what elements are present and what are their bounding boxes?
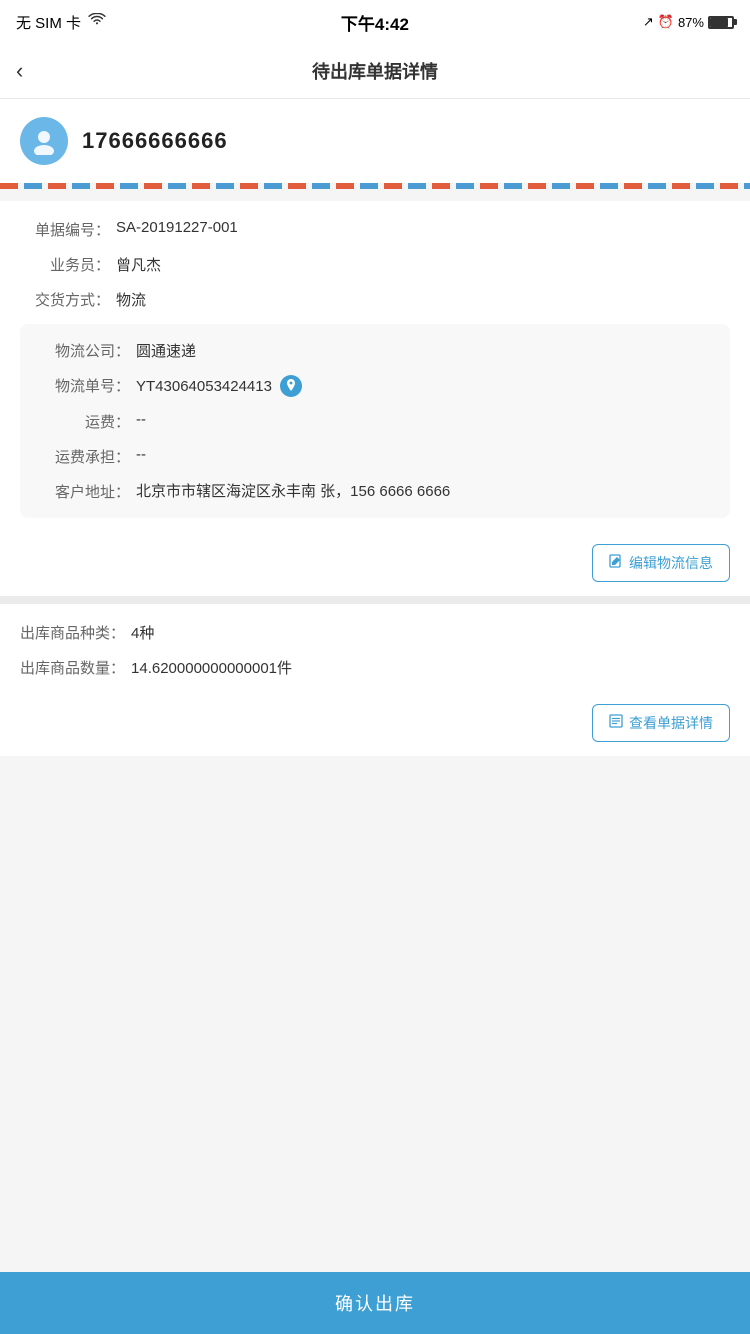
sales-person-label: 业务员： xyxy=(20,254,110,275)
view-detail-button[interactable]: 查看单据详情 xyxy=(592,704,730,742)
freight-value: -- xyxy=(136,411,710,428)
edit-logistics-btn-wrapper: 编辑物流信息 xyxy=(0,532,750,596)
freight-bearer-row: 运费承担： -- xyxy=(40,446,710,467)
tracking-no-value: YT43064053424413 xyxy=(136,375,710,397)
location-status-icon: ↗ xyxy=(643,14,654,30)
delivery-method-row: 交货方式： 物流 xyxy=(20,289,730,310)
battery-text: 87% xyxy=(678,15,704,30)
freight-label: 运费： xyxy=(40,411,130,432)
section-separator-1 xyxy=(0,596,750,604)
sales-person-value: 曾凡杰 xyxy=(116,254,730,275)
logistics-company-row: 物流公司： 圆通速递 xyxy=(40,340,710,361)
confirm-outbound-button[interactable]: 确认出库 xyxy=(335,1290,415,1316)
user-phone: 17666666666 xyxy=(82,128,228,154)
order-no-label: 单据编号： xyxy=(20,219,110,240)
logistics-company-label: 物流公司： xyxy=(40,340,130,361)
goods-type-value: 4种 xyxy=(131,622,730,643)
freight-row: 运费： -- xyxy=(40,411,710,432)
nav-bar: ‹ 待出库单据详情 xyxy=(0,44,750,99)
tracking-no-row: 物流单号： YT43064053424413 xyxy=(40,375,710,397)
goods-type-label: 出库商品种类： xyxy=(20,622,125,643)
tracking-number-text: YT43064053424413 xyxy=(136,378,272,395)
goods-quantity-row: 出库商品数量： 14.620000000000001件 xyxy=(20,657,730,678)
goods-quantity-value: 14.620000000000001件 xyxy=(131,657,730,678)
freight-bearer-label: 运费承担： xyxy=(40,446,130,467)
back-button[interactable]: ‹ xyxy=(16,58,23,84)
address-label: 客户地址： xyxy=(40,481,130,502)
status-bar: 无 SIM 卡 下午4:42 ↗ ⏰ 87% xyxy=(0,0,750,44)
goods-section: 出库商品种类： 4种 出库商品数量： 14.620000000000001件 xyxy=(0,604,750,692)
wifi-icon xyxy=(87,13,107,31)
logistics-card: 物流公司： 圆通速递 物流单号： YT43064053424413 运费： -- xyxy=(20,324,730,518)
carrier-text: 无 SIM 卡 xyxy=(16,12,81,33)
page-title: 待出库单据详情 xyxy=(312,58,438,84)
track-location-icon[interactable] xyxy=(280,375,302,397)
confirm-btn-wrapper: 确认出库 xyxy=(0,1272,750,1334)
edit-logistics-label: 编辑物流信息 xyxy=(629,553,713,573)
order-no-value: SA-20191227-001 xyxy=(116,219,730,236)
dashed-divider xyxy=(0,183,750,189)
tracking-no-label: 物流单号： xyxy=(40,375,130,396)
address-row: 客户地址： 北京市市辖区海淀区永丰南 张，156 6666 6666 xyxy=(40,481,710,504)
status-left: 无 SIM 卡 xyxy=(16,12,107,33)
freight-bearer-value: -- xyxy=(136,446,710,463)
order-info-section: 单据编号： SA-20191227-001 业务员： 曾凡杰 交货方式： 物流 … xyxy=(0,201,750,532)
logistics-company-value: 圆通速递 xyxy=(136,340,710,361)
address-value: 北京市市辖区海淀区永丰南 张，156 6666 6666 xyxy=(136,481,710,504)
section-separator-2 xyxy=(0,756,750,916)
status-right: ↗ ⏰ 87% xyxy=(643,14,734,30)
detail-icon xyxy=(609,714,623,731)
order-no-row: 单据编号： SA-20191227-001 xyxy=(20,219,730,240)
avatar xyxy=(20,117,68,165)
view-detail-btn-wrapper: 查看单据详情 xyxy=(0,692,750,756)
goods-quantity-label: 出库商品数量： xyxy=(20,657,125,678)
status-time: 下午4:42 xyxy=(341,10,409,35)
edit-logistics-button[interactable]: 编辑物流信息 xyxy=(592,544,730,582)
goods-type-row: 出库商品种类： 4种 xyxy=(20,622,730,643)
user-header: 17666666666 xyxy=(0,99,750,183)
delivery-method-label: 交货方式： xyxy=(20,289,110,310)
delivery-method-value: 物流 xyxy=(116,289,730,310)
battery-icon xyxy=(708,16,734,29)
sales-person-row: 业务员： 曾凡杰 xyxy=(20,254,730,275)
edit-icon xyxy=(609,554,623,571)
view-detail-label: 查看单据详情 xyxy=(629,713,713,733)
alarm-icon: ⏰ xyxy=(658,14,674,30)
